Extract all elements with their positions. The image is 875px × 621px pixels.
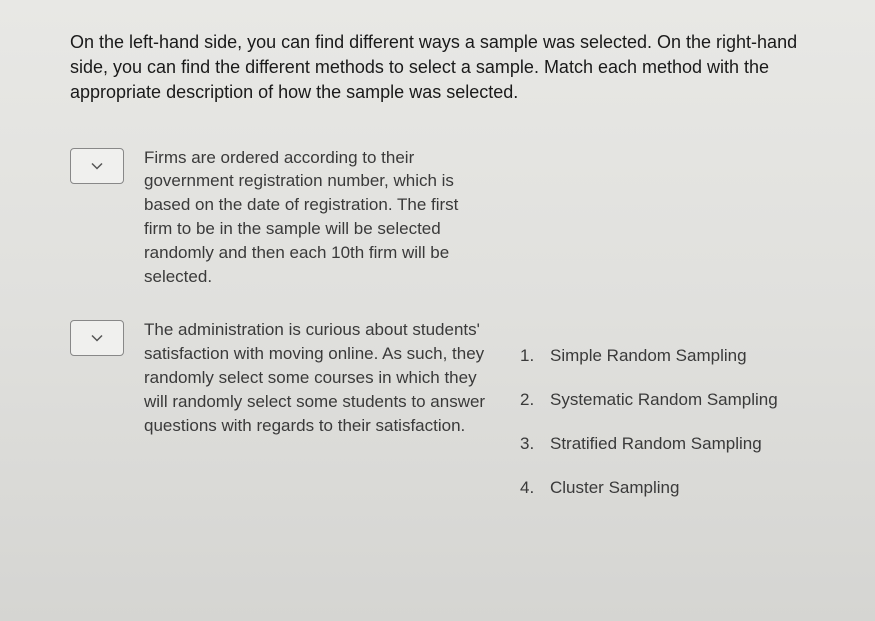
item-description: The administration is curious about stud… [144, 318, 490, 437]
options-column: 1. Simple Random Sampling 2. Systematic … [520, 146, 805, 522]
match-items-column: Firms are ordered according to their gov… [70, 146, 490, 522]
answer-dropdown-2[interactable] [70, 320, 124, 356]
content-area: Firms are ordered according to their gov… [70, 146, 805, 522]
chevron-down-icon [91, 334, 103, 342]
item-description: Firms are ordered according to their gov… [144, 146, 490, 289]
chevron-down-icon [91, 162, 103, 170]
option-number: 4. [520, 478, 538, 498]
list-item: 3. Stratified Random Sampling [520, 434, 805, 454]
list-item: 1. Simple Random Sampling [520, 346, 805, 366]
option-text: Cluster Sampling [550, 478, 679, 498]
match-item: The administration is curious about stud… [70, 318, 490, 437]
question-instructions: On the left-hand side, you can find diff… [70, 30, 805, 106]
answer-dropdown-1[interactable] [70, 148, 124, 184]
options-list: 1. Simple Random Sampling 2. Systematic … [520, 346, 805, 498]
option-text: Stratified Random Sampling [550, 434, 762, 454]
option-text: Systematic Random Sampling [550, 390, 778, 410]
list-item: 4. Cluster Sampling [520, 478, 805, 498]
option-number: 3. [520, 434, 538, 454]
list-item: 2. Systematic Random Sampling [520, 390, 805, 410]
option-number: 2. [520, 390, 538, 410]
option-number: 1. [520, 346, 538, 366]
match-item: Firms are ordered according to their gov… [70, 146, 490, 289]
option-text: Simple Random Sampling [550, 346, 747, 366]
